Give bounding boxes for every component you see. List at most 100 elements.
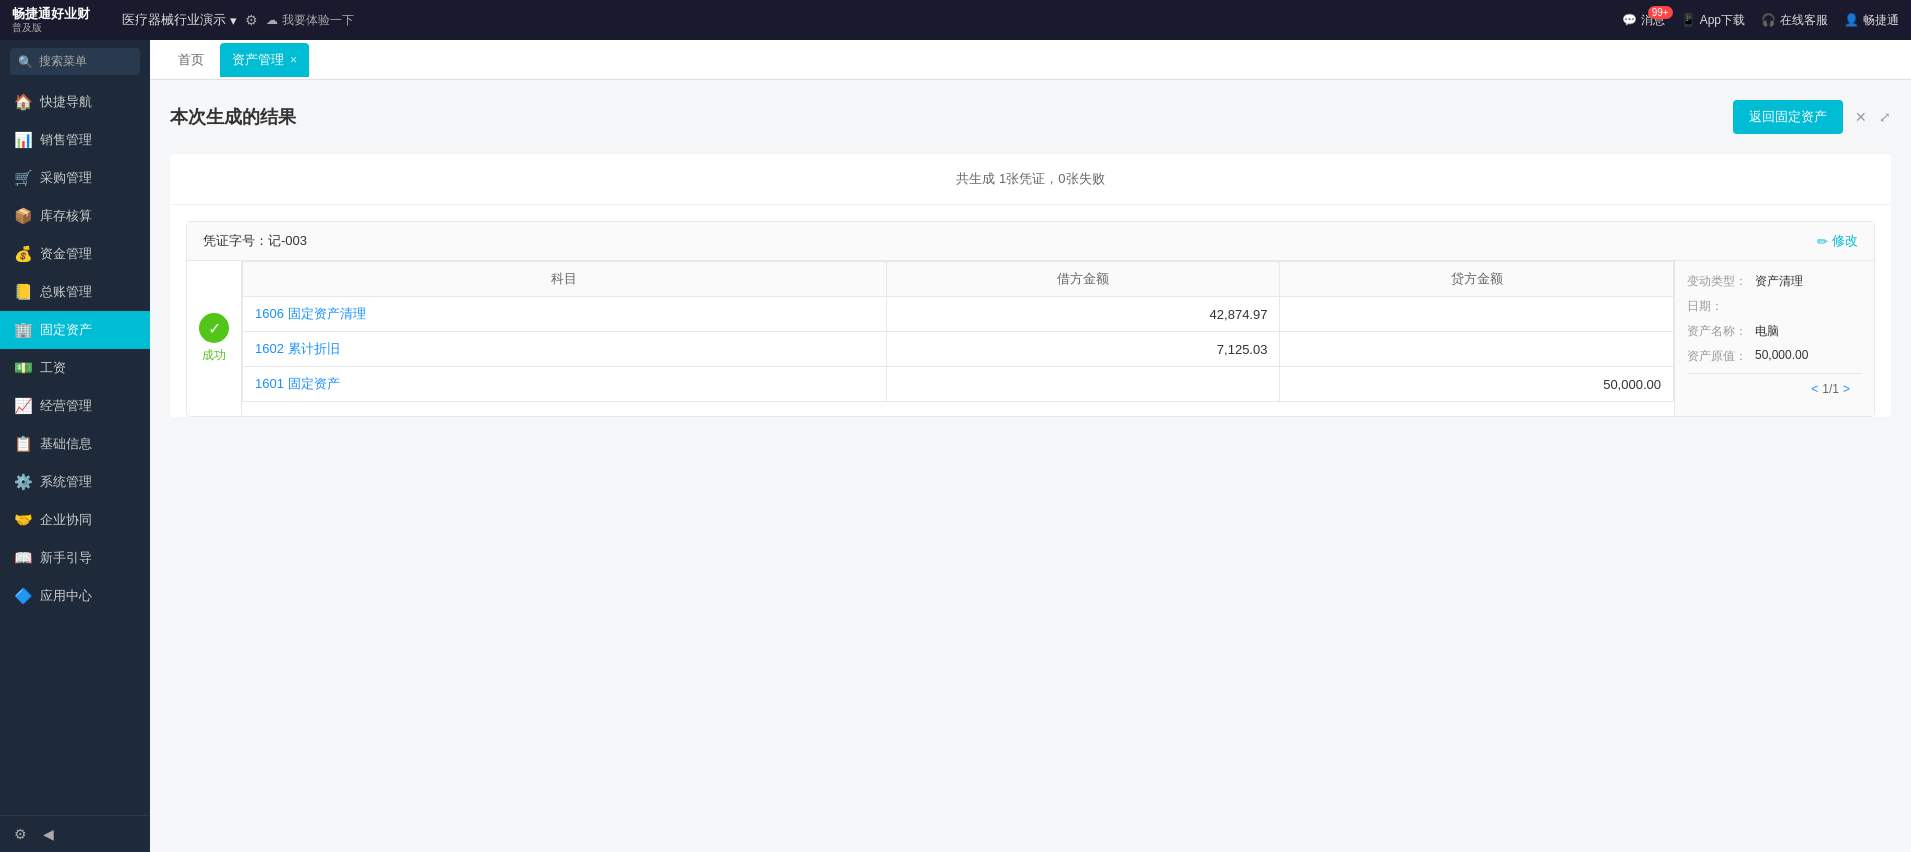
bell-icon: 💬 bbox=[1622, 13, 1637, 27]
debit-1601 bbox=[886, 367, 1280, 402]
sidebar-label-fixedassets: 固定资产 bbox=[40, 321, 92, 339]
experience-button[interactable]: ☁ 我要体验一下 bbox=[266, 12, 354, 29]
sidebar-item-guide[interactable]: 📖 新手引导 bbox=[0, 539, 150, 577]
tab-home[interactable]: 首页 bbox=[166, 43, 216, 77]
search-icon: 🔍 bbox=[18, 55, 33, 69]
sidebar-item-sysmanage[interactable]: ⚙️ 系统管理 bbox=[0, 463, 150, 501]
sidebar-item-purchase[interactable]: 🛒 采购管理 bbox=[0, 159, 150, 197]
sidebar-item-baseinfo[interactable]: 📋 基础信息 bbox=[0, 425, 150, 463]
sidebar-item-appcenter[interactable]: 🔷 应用中心 bbox=[0, 577, 150, 615]
sidebar-item-bizmanage[interactable]: 📈 经营管理 bbox=[0, 387, 150, 425]
company-selector[interactable]: 医疗器械行业演示 ▾ bbox=[122, 11, 237, 29]
credit-1602 bbox=[1280, 332, 1674, 367]
voucher-number: 凭证字号：记-003 bbox=[203, 232, 307, 250]
sidebar-label-sales: 销售管理 bbox=[40, 131, 92, 149]
voucher-card: 凭证字号：记-003 ✏ 修改 ✓ 成功 bbox=[186, 221, 1875, 417]
settings-footer-icon[interactable]: ⚙ bbox=[14, 826, 27, 842]
asset-name-row: 资产名称： 电脑 bbox=[1687, 323, 1862, 340]
app-icon: 🔷 bbox=[14, 587, 32, 605]
sidebar-label-sysmanage: 系统管理 bbox=[40, 473, 92, 491]
asset-value-label: 资产原值： bbox=[1687, 348, 1747, 365]
page-header: 本次生成的结果 返回固定资产 ✕ ⤢ bbox=[170, 100, 1891, 134]
sidebar-label-cooperation: 企业协同 bbox=[40, 511, 92, 529]
headset-icon: 🎧 bbox=[1761, 13, 1776, 27]
debit-1602: 7,125.03 bbox=[886, 332, 1280, 367]
sidebar-item-ledger[interactable]: 📒 总账管理 bbox=[0, 273, 150, 311]
voucher-table-wrap: ✓ 成功 科目 借方金额 贷方金额 bbox=[187, 261, 1874, 416]
page-info: 1/1 bbox=[1822, 382, 1839, 396]
result-panel: 共生成 1张凭证，0张失败 凭证字号：记-003 ✏ 修改 ✓ bbox=[170, 154, 1891, 417]
prev-page-button[interactable]: < bbox=[1811, 382, 1818, 396]
notifications-button[interactable]: 💬 消息 99+ bbox=[1622, 12, 1665, 29]
sidebar-item-cooperation[interactable]: 🤝 企业协同 bbox=[0, 501, 150, 539]
sidebar-item-inventory[interactable]: 📦 库存核算 bbox=[0, 197, 150, 235]
collapse-sidebar-button[interactable]: ◀ bbox=[43, 826, 54, 842]
clipboard-icon: 📋 bbox=[14, 435, 32, 453]
credit-1601: 50,000.00 bbox=[1280, 367, 1674, 402]
col-subject: 科目 bbox=[243, 262, 887, 297]
page-content: 本次生成的结果 返回固定资产 ✕ ⤢ 共生成 1张凭证，0张失败 凭证字号：记-… bbox=[150, 80, 1911, 852]
sidebar-item-finance[interactable]: 💰 资金管理 bbox=[0, 235, 150, 273]
sidebar-item-sales[interactable]: 📊 销售管理 bbox=[0, 121, 150, 159]
col-debit: 借方金额 bbox=[886, 262, 1280, 297]
asset-name-label: 资产名称： bbox=[1687, 323, 1747, 340]
customer-service-button[interactable]: 🎧 在线客服 bbox=[1761, 12, 1828, 29]
next-page-button[interactable]: > bbox=[1843, 382, 1850, 396]
edit-icon: ✏ bbox=[1817, 234, 1828, 249]
tabs-bar: 首页 资产管理 × bbox=[150, 40, 1911, 80]
box-icon: 📦 bbox=[14, 207, 32, 225]
tab-close-button[interactable]: × bbox=[290, 53, 297, 67]
sidebar-item-fixedassets[interactable]: 🏢 固定资产 bbox=[0, 311, 150, 349]
topbar: 畅捷通好业财 普及版 医疗器械行业演示 ▾ ⚙ ☁ 我要体验一下 💬 消息 99… bbox=[0, 0, 1911, 40]
money-icon: 💰 bbox=[14, 245, 32, 263]
page-title: 本次生成的结果 bbox=[170, 105, 296, 129]
cart-icon: 🛒 bbox=[14, 169, 32, 187]
expand-panel-button[interactable]: ⤢ bbox=[1879, 109, 1891, 125]
sidebar-label-purchase: 采购管理 bbox=[40, 169, 92, 187]
success-label: 成功 bbox=[202, 347, 226, 364]
edit-button[interactable]: ✏ 修改 bbox=[1817, 232, 1858, 250]
guide-icon: 📖 bbox=[14, 549, 32, 567]
change-type-row: 变动类型： 资产清理 bbox=[1687, 273, 1862, 290]
subject-1602: 1602 累计折旧 bbox=[243, 332, 887, 367]
close-panel-button[interactable]: ✕ bbox=[1855, 109, 1867, 125]
sidebar-label-inventory: 库存核算 bbox=[40, 207, 92, 225]
app-edition: 普及版 bbox=[12, 22, 90, 34]
app-download-button[interactable]: 📱 App下载 bbox=[1681, 12, 1745, 29]
book-icon: 📒 bbox=[14, 283, 32, 301]
date-row: 日期： bbox=[1687, 298, 1862, 315]
company-name: 医疗器械行业演示 bbox=[122, 11, 226, 29]
home-icon: 🏠 bbox=[14, 93, 32, 111]
chevron-down-icon: ▾ bbox=[230, 13, 237, 28]
change-type-label: 变动类型： bbox=[1687, 273, 1747, 290]
sidebar-label-ledger: 总账管理 bbox=[40, 283, 92, 301]
search-menu-button[interactable]: 🔍 搜索菜单 bbox=[10, 48, 140, 75]
settings-icon[interactable]: ⚙ bbox=[245, 12, 258, 28]
payroll-icon: 💵 bbox=[14, 359, 32, 377]
sidebar-label-finance: 资金管理 bbox=[40, 245, 92, 263]
side-info-panel: 变动类型： 资产清理 日期： 资产名称： 电脑 bbox=[1674, 261, 1874, 416]
subject-1606: 1606 固定资产清理 bbox=[243, 297, 887, 332]
user-menu[interactable]: 👤 畅捷通 bbox=[1844, 12, 1899, 29]
sidebar-search-area: 🔍 搜索菜单 bbox=[0, 40, 150, 83]
change-type-value: 资产清理 bbox=[1755, 273, 1803, 290]
cloud-icon: ☁ bbox=[266, 13, 278, 27]
handshake-icon: 🤝 bbox=[14, 511, 32, 529]
date-label: 日期： bbox=[1687, 298, 1723, 315]
sidebar-label-bizmanage: 经营管理 bbox=[40, 397, 92, 415]
credit-1606 bbox=[1280, 297, 1674, 332]
result-summary: 共生成 1张凭证，0张失败 bbox=[170, 154, 1891, 205]
main-layout: 🔍 搜索菜单 🏠 快捷导航 📊 销售管理 🛒 采购管理 📦 库存核算 bbox=[0, 40, 1911, 852]
subject-1601: 1601 固定资产 bbox=[243, 367, 887, 402]
sidebar-label-baseinfo: 基础信息 bbox=[40, 435, 92, 453]
chart-icon: 📊 bbox=[14, 131, 32, 149]
table-row: 1602 累计折旧 7,125.03 bbox=[243, 332, 1674, 367]
asset-value-row: 资产原值： 50,000.00 bbox=[1687, 348, 1862, 365]
sidebar-label-payroll: 工资 bbox=[40, 359, 66, 377]
sidebar-item-quicknav[interactable]: 🏠 快捷导航 bbox=[0, 83, 150, 121]
tab-asset-management[interactable]: 资产管理 × bbox=[220, 43, 309, 77]
building-icon: 🏢 bbox=[14, 321, 32, 339]
sidebar-nav: 🏠 快捷导航 📊 销售管理 🛒 采购管理 📦 库存核算 💰 资金管理 📒 bbox=[0, 83, 150, 815]
sidebar-item-payroll[interactable]: 💵 工资 bbox=[0, 349, 150, 387]
return-button[interactable]: 返回固定资产 bbox=[1733, 100, 1843, 134]
